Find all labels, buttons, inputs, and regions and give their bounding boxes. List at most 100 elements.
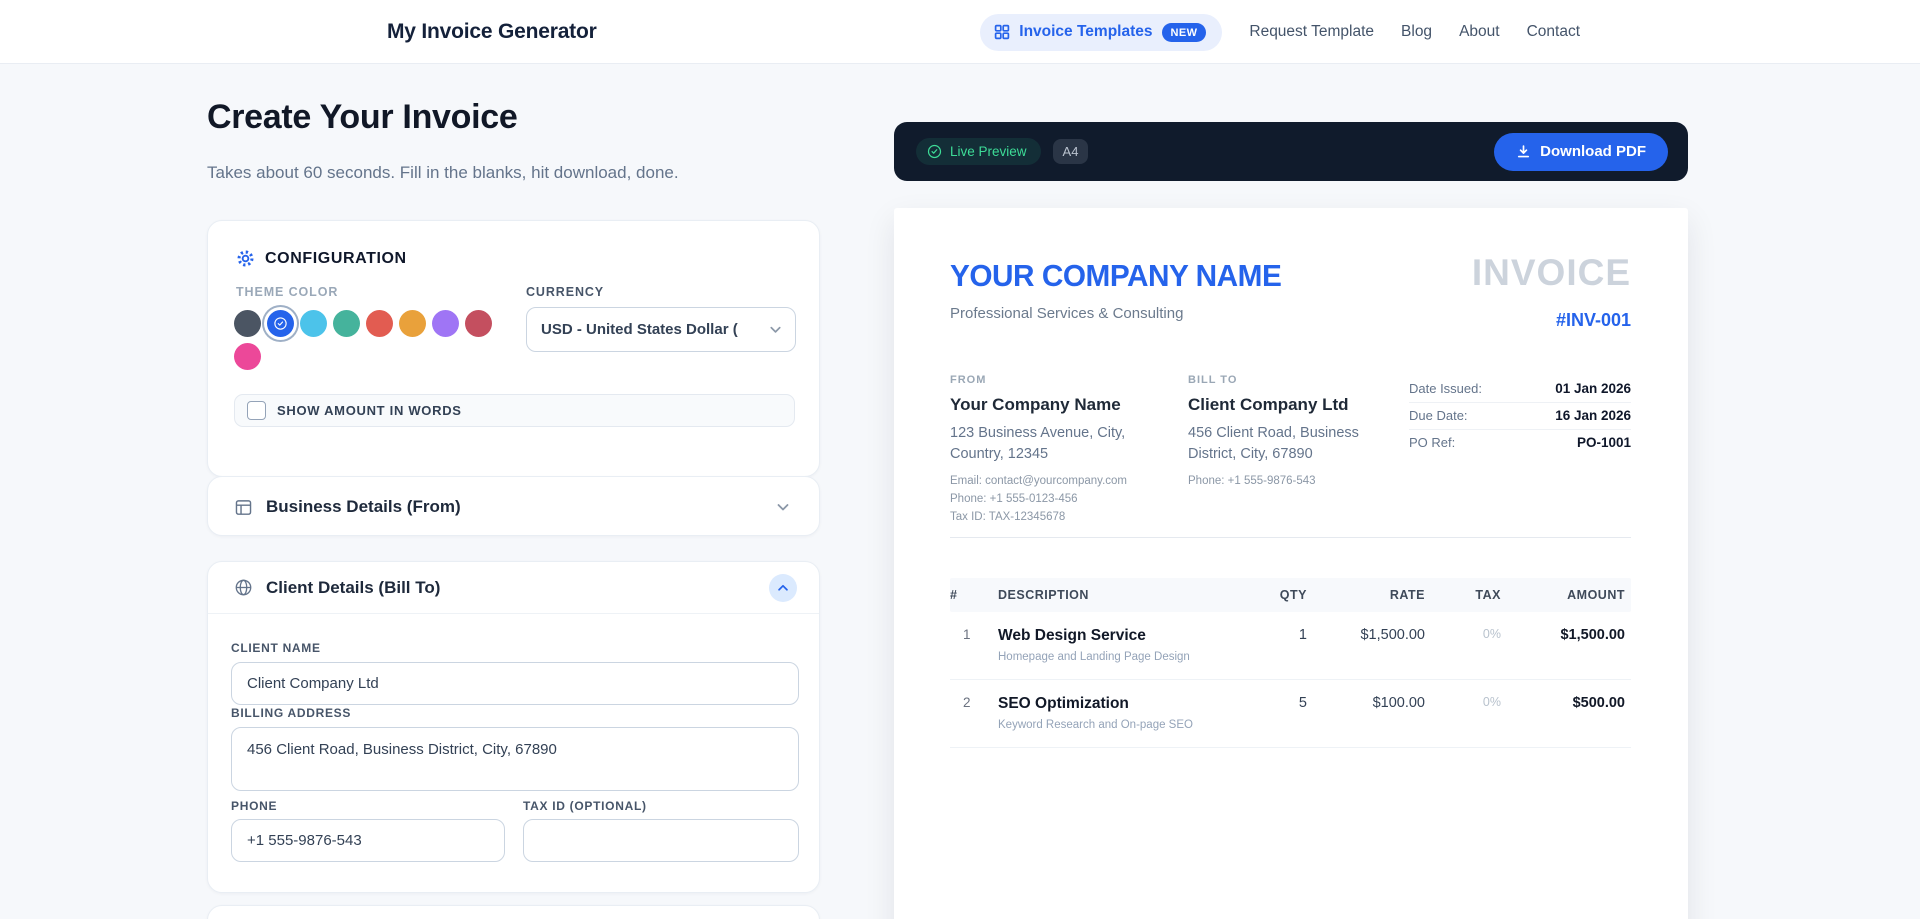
configuration-card: CONFIGURATION THEME COLOR CURRENCY USD -…	[207, 220, 820, 477]
phone-input[interactable]	[231, 819, 505, 862]
next-section-card[interactable]	[207, 905, 820, 919]
theme-color-swatch[interactable]	[300, 310, 327, 337]
meta-row-po-ref: PO Ref: PO-1001	[1409, 430, 1631, 456]
item-subtitle: Homepage and Landing Page Design	[998, 651, 1190, 663]
nav-about[interactable]: About	[1459, 23, 1500, 41]
col-header-rate: RATE	[1389, 588, 1425, 602]
invoice-meta-block: Date Issued: 01 Jan 2026 Due Date: 16 Ja…	[1409, 376, 1631, 456]
new-badge: NEW	[1161, 22, 1207, 42]
item-rate: $1,500.00	[1360, 627, 1425, 643]
nav-request-template[interactable]: Request Template	[1249, 23, 1374, 41]
currency-selected-value: USD - United States Dollar (	[541, 321, 738, 338]
theme-color-swatch[interactable]	[333, 310, 360, 337]
item-tax: 0%	[1482, 627, 1501, 641]
meta-label: Due Date:	[1409, 408, 1468, 423]
theme-color-swatch[interactable]	[234, 310, 261, 337]
item-number: 1	[963, 627, 971, 642]
from-phone: Phone: +1 555-0123-456	[950, 492, 1078, 505]
chevron-down-icon	[768, 322, 783, 337]
col-header-description: DESCRIPTION	[998, 588, 1089, 602]
invoice-number: #INV-001	[1555, 310, 1631, 330]
business-details-title: Business Details (From)	[266, 497, 461, 516]
billto-label: BILL TO	[1188, 374, 1238, 386]
item-description: Web Design Service Homepage and Landing …	[998, 612, 1237, 679]
configuration-title: CONFIGURATION	[265, 249, 407, 267]
tax-id-input[interactable]	[523, 819, 799, 862]
from-name: Your Company Name	[950, 395, 1121, 414]
divider	[950, 537, 1631, 538]
site-brand: My Invoice Generator	[387, 20, 597, 43]
from-tax: Tax ID: TAX-12345678	[950, 510, 1066, 523]
theme-color-swatch[interactable]	[234, 343, 261, 370]
currency-select[interactable]: USD - United States Dollar (	[526, 307, 796, 352]
currency-label: CURRENCY	[526, 285, 605, 299]
table-header-row: # DESCRIPTION QTY RATE TAX AMOUNT	[950, 578, 1631, 612]
meta-value: 16 Jan 2026	[1555, 408, 1631, 423]
col-header-amount: AMOUNT	[1567, 588, 1625, 602]
theme-color-swatch[interactable]	[465, 310, 492, 337]
theme-color-swatch[interactable]	[366, 310, 393, 337]
client-details-card: Client Details (Bill To) CLIENT NAME BIL…	[207, 561, 820, 893]
preview-toolbar: Live Preview A4 Download PDF	[894, 122, 1688, 181]
theme-color-swatch[interactable]	[267, 310, 294, 337]
billto-name: Client Company Ltd	[1188, 395, 1349, 414]
item-number: 2	[963, 695, 971, 710]
show-amount-in-words-checkbox[interactable]	[247, 401, 266, 420]
item-tax: 0%	[1482, 695, 1501, 709]
download-pdf-label: Download PDF	[1540, 143, 1646, 160]
item-amount: $500.00	[1572, 695, 1625, 711]
show-amount-in-words-label: SHOW AMOUNT IN WORDS	[277, 403, 462, 418]
business-details-header[interactable]: Business Details (From)	[208, 477, 819, 537]
col-header-num: #	[950, 588, 958, 602]
nav-contact[interactable]: Contact	[1527, 23, 1580, 41]
top-navigation-bar: My Invoice Generator Invoice Templates N…	[0, 0, 1920, 64]
table-row: 2 SEO Optimization Keyword Research and …	[950, 680, 1631, 748]
item-rate: $100.00	[1372, 695, 1425, 711]
item-qty: 5	[1298, 695, 1307, 711]
divider	[208, 613, 819, 614]
theme-color-swatch[interactable]	[432, 310, 459, 337]
meta-label: Date Issued:	[1409, 381, 1482, 396]
client-details-header[interactable]: Client Details (Bill To)	[208, 562, 819, 613]
page-title: Create Your Invoice	[207, 98, 518, 136]
theme-color-label: THEME COLOR	[236, 285, 339, 299]
from-label: FROM	[950, 374, 987, 386]
show-amount-in-words-toggle[interactable]: SHOW AMOUNT IN WORDS	[234, 394, 795, 427]
client-details-title: Client Details (Bill To)	[266, 577, 441, 597]
theme-color-swatches	[234, 310, 514, 370]
chevron-down-icon[interactable]	[775, 499, 791, 515]
nav-invoice-templates-label: Invoice Templates	[1019, 23, 1153, 40]
item-title: SEO Optimization	[998, 695, 1129, 712]
live-preview-label: Live Preview	[950, 144, 1027, 159]
meta-row-due-date: Due Date: 16 Jan 2026	[1409, 403, 1631, 430]
theme-color-swatch[interactable]	[399, 310, 426, 337]
invoice-company-name: YOUR COMPANY NAME	[950, 258, 1282, 293]
app-canvas: My Invoice Generator Invoice Templates N…	[0, 0, 1920, 919]
meta-value: 01 Jan 2026	[1555, 381, 1631, 396]
billing-address-label: BILLING ADDRESS	[231, 706, 352, 720]
invoice-preview: YOUR COMPANY NAME Professional Services …	[894, 208, 1688, 919]
billto-address: 456 Client Road, Business District, City…	[1188, 425, 1359, 463]
gear-icon	[236, 249, 255, 268]
collapse-button[interactable]	[769, 573, 797, 602]
billing-address-input[interactable]: 456 Client Road, Business District, City…	[231, 727, 799, 791]
meta-row-date-issued: Date Issued: 01 Jan 2026	[1409, 376, 1631, 403]
nav-blog[interactable]: Blog	[1401, 23, 1432, 41]
billto-phone: Phone: +1 555-9876-543	[1188, 475, 1316, 488]
business-details-card: Business Details (From)	[207, 476, 820, 536]
client-name-input[interactable]	[231, 662, 799, 705]
download-icon	[1516, 144, 1531, 159]
item-qty: 1	[1298, 627, 1307, 643]
client-name-label: CLIENT NAME	[231, 641, 321, 655]
check-circle-icon	[927, 144, 942, 159]
invoice-items-table: # DESCRIPTION QTY RATE TAX AMOUNT 1 Web …	[950, 578, 1631, 748]
phone-label: PHONE	[231, 799, 278, 813]
main-nav: Invoice Templates NEW Request Template B…	[980, 0, 1580, 64]
invoice-from-block: FROM Your Company Name 123 Business Aven…	[950, 374, 1165, 526]
item-amount: $1,500.00	[1560, 627, 1625, 643]
col-header-tax: TAX	[1475, 588, 1501, 602]
nav-invoice-templates[interactable]: Invoice Templates NEW	[980, 13, 1223, 51]
configuration-header: CONFIGURATION	[236, 249, 407, 268]
table-row: 1 Web Design Service Homepage and Landin…	[950, 612, 1631, 680]
download-pdf-button[interactable]: Download PDF	[1494, 132, 1668, 171]
